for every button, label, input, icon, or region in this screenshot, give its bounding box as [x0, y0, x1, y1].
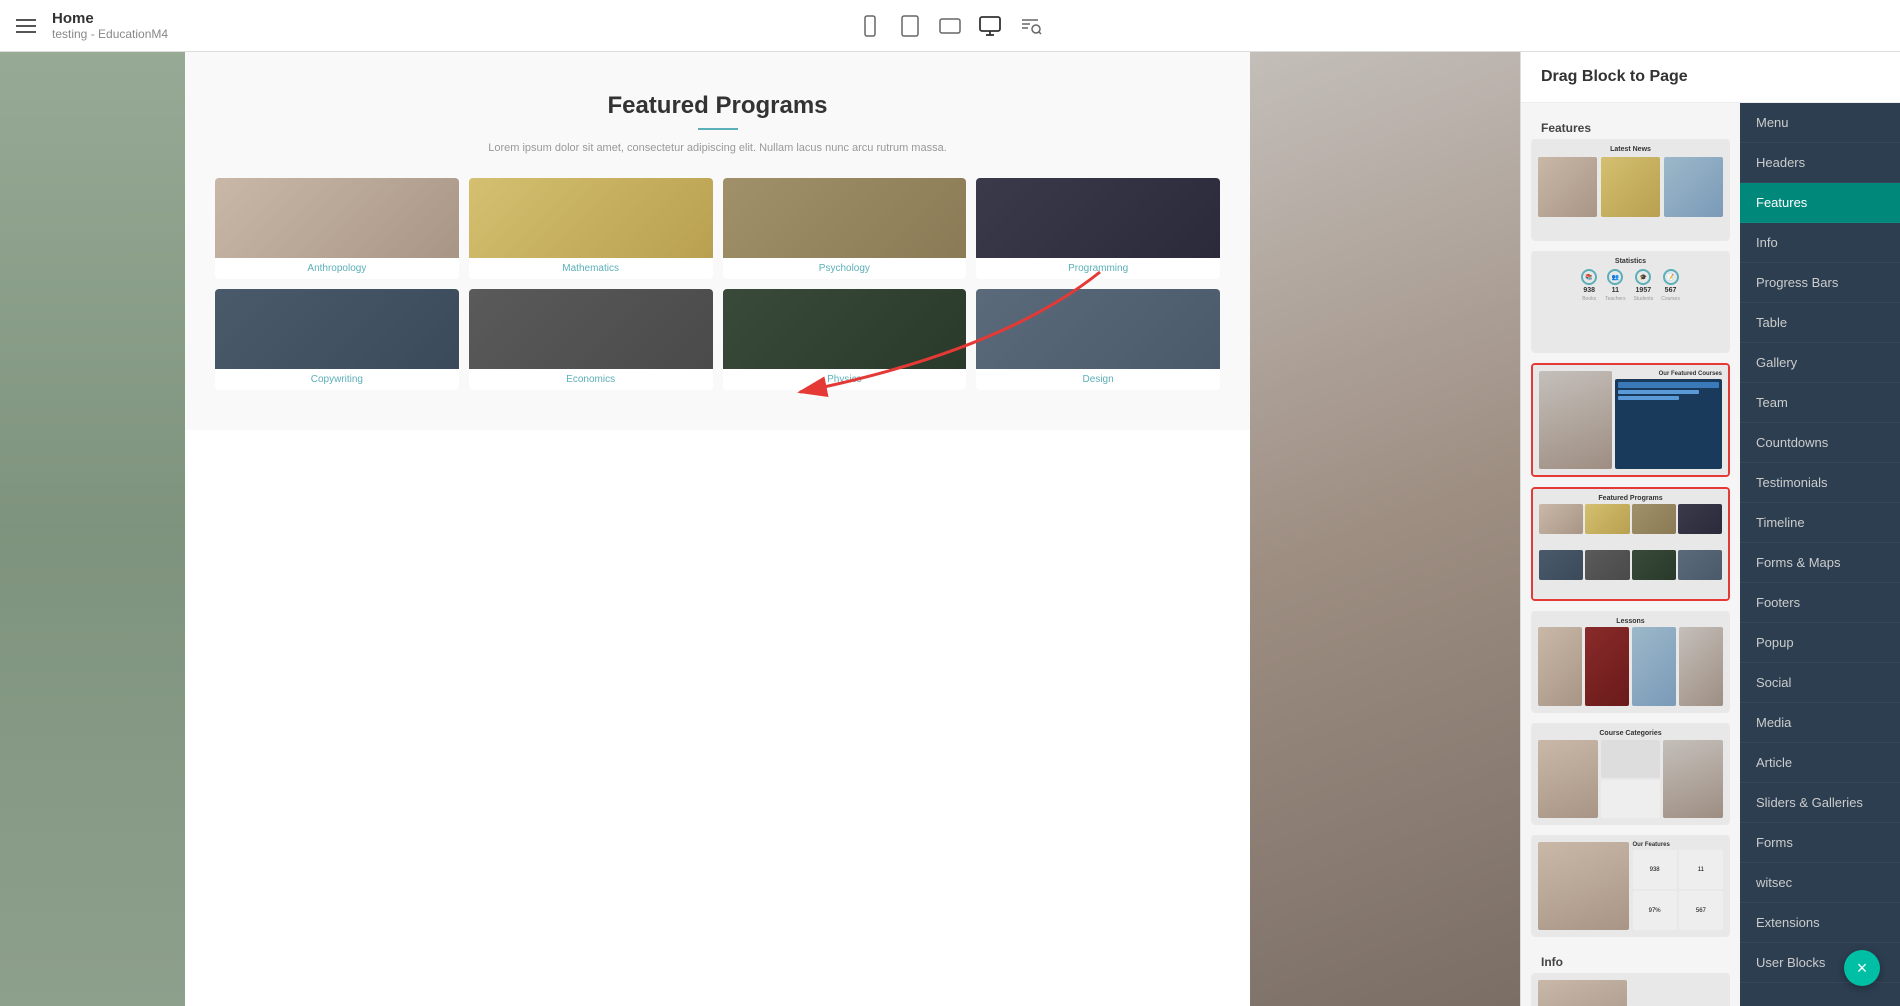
- sidebar-item-team[interactable]: Team: [1740, 383, 1900, 423]
- program-image: [215, 289, 459, 369]
- featured-programs-section: Featured Programs Lorem ipsum dolor sit …: [185, 52, 1250, 430]
- top-bar: Home testing - EducationM4: [0, 0, 1900, 52]
- sidebar-item-timeline[interactable]: Timeline: [1740, 503, 1900, 543]
- program-image: [469, 289, 713, 369]
- program-label: Design: [976, 369, 1220, 390]
- thumbnail-img-statistics: Statistics 📚 938 Books 👥 11: [1532, 252, 1729, 352]
- program-card[interactable]: Economics: [469, 289, 713, 390]
- program-image: [976, 289, 1220, 369]
- info-section-label: Info: [1531, 947, 1730, 973]
- sidebar-item-menu[interactable]: Menu: [1740, 103, 1900, 143]
- sidebar-item-forms[interactable]: Forms: [1740, 823, 1900, 863]
- thumbnail-course-categories[interactable]: Course Categories: [1531, 723, 1730, 825]
- sidebar-item-witsec[interactable]: witsec: [1740, 863, 1900, 903]
- program-card[interactable]: Design: [976, 289, 1220, 390]
- thumbnail-latest-news[interactable]: Latest News: [1531, 139, 1730, 241]
- thumbnail-img-latest-news: Latest News: [1532, 140, 1729, 240]
- thumbnail-featured-programs[interactable]: Featured Programs: [1531, 487, 1730, 601]
- desktop-icon[interactable]: [974, 10, 1006, 42]
- thumbnail-img-lessons: Lessons: [1532, 612, 1729, 712]
- white-section: [185, 430, 1250, 710]
- thumbnail-img-featured-courses: Our Featured Courses: [1533, 365, 1728, 475]
- program-label: Programming: [976, 258, 1220, 279]
- sidebar-item-features[interactable]: Features: [1740, 183, 1900, 223]
- program-image: [469, 178, 713, 258]
- sidebar-item-table[interactable]: Table: [1740, 303, 1900, 343]
- page-title-group: Home testing - EducationM4: [52, 10, 168, 41]
- page-title: Home: [52, 10, 168, 27]
- mobile-icon[interactable]: [854, 10, 886, 42]
- thumbnail-featured-courses[interactable]: Our Featured Courses: [1531, 363, 1730, 477]
- main-area: Featured Programs Lorem ipsum dolor sit …: [0, 52, 1900, 1006]
- program-card[interactable]: Anthropology: [215, 178, 459, 279]
- sidebar-item-popup[interactable]: Popup: [1740, 623, 1900, 663]
- sidebar-item-media[interactable]: Media: [1740, 703, 1900, 743]
- program-image: [976, 178, 1220, 258]
- features-section-label: Features: [1531, 113, 1730, 139]
- thumbnail-statistics[interactable]: Statistics 📚 938 Books 👥 11: [1531, 251, 1730, 353]
- sidebar-item-info[interactable]: Info: [1740, 223, 1900, 263]
- program-image: [723, 289, 967, 369]
- page-subtitle: testing - EducationM4: [52, 27, 168, 41]
- sidebar-item-headers[interactable]: Headers: [1740, 143, 1900, 183]
- sidebar-nav: MenuHeadersFeaturesInfoProgress BarsTabl…: [1740, 103, 1900, 1006]
- program-card[interactable]: Copywriting: [215, 289, 459, 390]
- sidebar-item-progress-bars[interactable]: Progress Bars: [1740, 263, 1900, 303]
- thumbnail-img-course-categories: Course Categories: [1532, 724, 1729, 824]
- hamburger-menu[interactable]: [16, 19, 36, 33]
- fp-divider: [698, 128, 738, 130]
- close-button[interactable]: ×: [1844, 950, 1880, 986]
- plant-decoration: [0, 52, 200, 1006]
- thumbnail-our-features[interactable]: Our Features 938 11 97% 567: [1531, 835, 1730, 937]
- fp-title: Featured Programs: [215, 92, 1220, 120]
- fp-subtitle: Lorem ipsum dolor sit amet, consectetur …: [215, 142, 1220, 154]
- canvas-wrapper: Featured Programs Lorem ipsum dolor sit …: [0, 52, 1520, 1006]
- sidebar-item-footers[interactable]: Footers: [1740, 583, 1900, 623]
- program-label: Anthropology: [215, 258, 459, 279]
- sidebar-item-article[interactable]: Article: [1740, 743, 1900, 783]
- device-switcher: [854, 10, 1046, 42]
- sidebar-item-social[interactable]: Social: [1740, 663, 1900, 703]
- program-label: Physics: [723, 369, 967, 390]
- sidebar-item-sliders-galleries[interactable]: Sliders & Galleries: [1740, 783, 1900, 823]
- thumbnail-lessons[interactable]: Lessons: [1531, 611, 1730, 713]
- program-image: [215, 178, 459, 258]
- drag-block-header: Drag Block to Page: [1521, 52, 1900, 103]
- program-card[interactable]: Psychology: [723, 178, 967, 279]
- right-panel: Drag Block to Page Features Latest News: [1520, 52, 1900, 1006]
- canvas-page: Featured Programs Lorem ipsum dolor sit …: [185, 52, 1250, 1006]
- program-label: Copywriting: [215, 369, 459, 390]
- thumbnails-area[interactable]: Features Latest News: [1521, 103, 1740, 1006]
- thumbnail-img-featured-programs: Featured Programs: [1533, 489, 1728, 599]
- thumbnail-img-our-features: Our Features 938 11 97% 567: [1532, 836, 1729, 936]
- tablet-landscape-icon[interactable]: [934, 10, 966, 42]
- sidebar-item-forms-maps[interactable]: Forms & Maps: [1740, 543, 1900, 583]
- programs-grid: Anthropology Mathematics Psychology Prog…: [215, 178, 1220, 390]
- program-image: [723, 178, 967, 258]
- sidebar-item-testimonials[interactable]: Testimonials: [1740, 463, 1900, 503]
- sidebar-item-extensions[interactable]: Extensions: [1740, 903, 1900, 943]
- tablet-icon[interactable]: [894, 10, 926, 42]
- program-card[interactable]: Programming: [976, 178, 1220, 279]
- right-panel-content: Features Latest News: [1521, 103, 1900, 1006]
- program-label: Mathematics: [469, 258, 713, 279]
- sidebar-item-countdowns[interactable]: Countdowns: [1740, 423, 1900, 463]
- person-background: [1220, 52, 1520, 1006]
- program-label: Economics: [469, 369, 713, 390]
- program-label: Psychology: [723, 258, 967, 279]
- program-card[interactable]: Physics: [723, 289, 967, 390]
- thumbnail-info[interactable]: [1531, 973, 1730, 1006]
- program-card[interactable]: Mathematics: [469, 178, 713, 279]
- custom-icon[interactable]: [1014, 10, 1046, 42]
- sidebar-item-gallery[interactable]: Gallery: [1740, 343, 1900, 383]
- thumbnail-img-info: [1532, 974, 1729, 1006]
